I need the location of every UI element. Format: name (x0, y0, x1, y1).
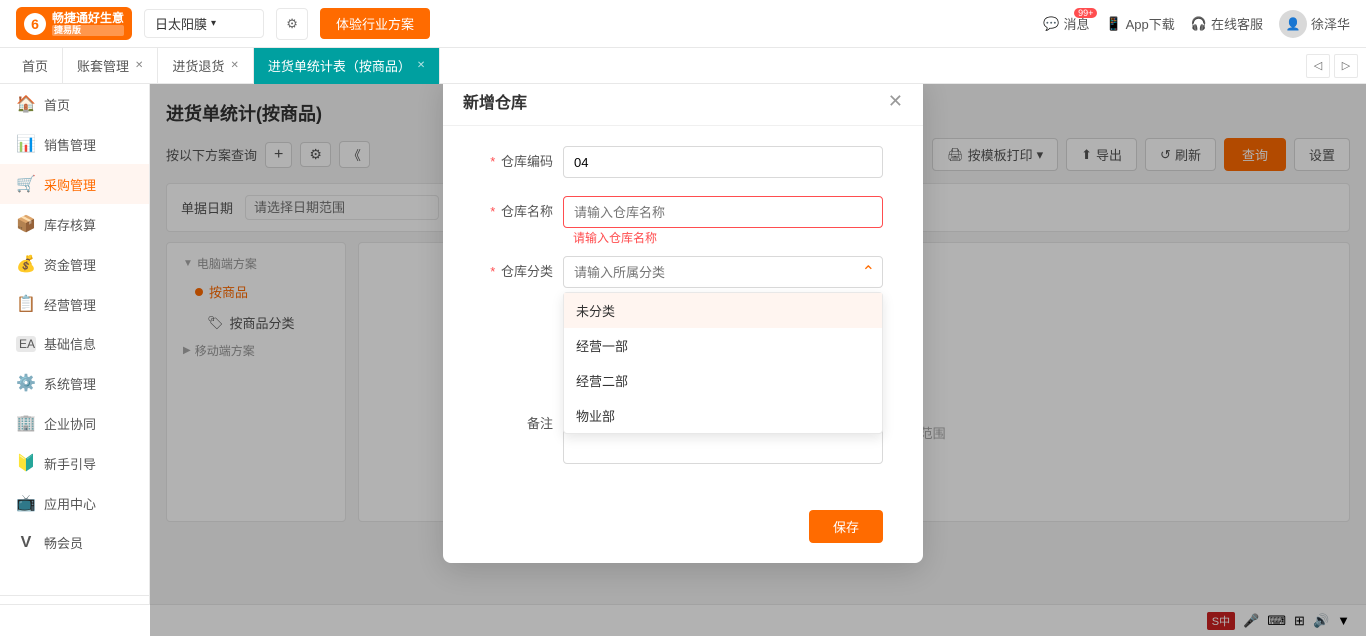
tab-account[interactable]: 账套管理 ✕ (63, 48, 158, 84)
newbie-icon: 🔰 (16, 453, 36, 473)
tab-purchase-stats[interactable]: 进货单统计表（按商品） ✕ (254, 48, 440, 84)
notes-label: 备注 (483, 408, 563, 440)
sales-icon: 📊 (16, 134, 36, 154)
message-button[interactable]: 💬 消息 99+ (1043, 14, 1089, 33)
tab-close-account[interactable]: ✕ (135, 60, 143, 71)
sidebar-item-appcenter[interactable]: 📺 应用中心 (0, 483, 149, 523)
dropdown-item-2[interactable]: 经营二部 (564, 363, 882, 398)
trial-button[interactable]: 体验行业方案 (320, 8, 430, 39)
tab-next-button[interactable]: ▷ (1334, 54, 1358, 78)
sidebar-item-finance[interactable]: 💰 资金管理 (0, 244, 149, 284)
modal-body: * 仓库编码 * 仓库名称 请输入仓库名称 (443, 126, 923, 502)
settings-button[interactable]: ⚙ (276, 8, 308, 40)
category-dropdown: 未分类 经营一部 经营二部 物业部 (563, 292, 883, 434)
purchase-stats-tab-label: 进货单统计表（按商品） (268, 56, 411, 75)
name-input[interactable] (563, 196, 883, 228)
content-area: 进货单统计(按商品) 按以下方案查询 + ⚙ 《 🖨 按模板打印 ▾ ⬆ 导出 (150, 84, 1366, 636)
chevron-down-icon: ▾ (211, 18, 216, 29)
sidebar-item-sales[interactable]: 📊 销售管理 (0, 124, 149, 164)
vip-icon: V (16, 534, 36, 552)
basic-icon: EA (16, 336, 36, 352)
modal-close-button[interactable]: ✕ (888, 91, 903, 112)
sidebar-item-system[interactable]: ⚙️ 系统管理 (0, 363, 149, 403)
home-tab-label: 首页 (22, 56, 48, 75)
header-right: 💬 消息 99+ 📱 App下载 🎧 在线客服 👤 徐泽华 (1043, 10, 1350, 38)
tab-bar: 首页 账套管理 ✕ 进货退货 ✕ 进货单统计表（按商品） ✕ ◁ ▷ (0, 48, 1366, 84)
name-label: * 仓库名称 (483, 196, 563, 228)
sidebar-item-enterprise[interactable]: 🏢 企业协同 (0, 403, 149, 443)
top-header: 6 畅捷通好生意 捷易版 日太阳膜 ▾ ⚙ 体验行业方案 💬 消息 99+ 📱 … (0, 0, 1366, 48)
modal-title: 新增仓库 (463, 89, 527, 113)
appcenter-icon: 📺 (16, 493, 36, 513)
finance-icon: 💰 (16, 254, 36, 274)
enterprise-icon: 🏢 (16, 413, 36, 433)
new-warehouse-modal: 新增仓库 ✕ * 仓库编码 * (443, 84, 923, 563)
home-icon: 🏠 (16, 94, 36, 114)
sidebar-item-purchase[interactable]: 🛒 采购管理 (0, 164, 149, 204)
phone-icon: 📱 (1105, 16, 1121, 32)
modal-overlay: 新增仓库 ✕ * 仓库编码 * (150, 84, 1366, 636)
tab-prev-button[interactable]: ◁ (1306, 54, 1330, 78)
category-field-row: * 仓库分类 ⌃ 未分类 经营一部 经营二部 物业部 (483, 256, 883, 288)
logo-icon: 6 (24, 13, 46, 35)
user-menu[interactable]: 👤 徐泽华 (1279, 10, 1350, 38)
system-icon: ⚙️ (16, 373, 36, 393)
tab-controls: ◁ ▷ (1306, 54, 1358, 78)
sidebar-item-vip[interactable]: V 畅会员 (0, 523, 149, 562)
category-input[interactable] (563, 256, 883, 288)
modal-footer: 保存 (443, 510, 923, 543)
headset-icon: 🎧 (1191, 16, 1207, 32)
message-icon: 💬 (1043, 16, 1059, 32)
logo-text: 畅捷通好生意 捷易版 (52, 11, 124, 36)
tab-purchase-return[interactable]: 进货退货 ✕ (158, 48, 253, 84)
category-select-wrapper: ⌃ 未分类 经营一部 经营二部 物业部 (563, 256, 883, 288)
app-download-button[interactable]: 📱 App下载 (1105, 14, 1174, 33)
category-label: * 仓库分类 (483, 256, 563, 288)
service-button[interactable]: 🎧 在线客服 (1191, 14, 1263, 33)
store-selector[interactable]: 日太阳膜 ▾ (144, 9, 264, 38)
tab-close-purchase-return[interactable]: ✕ (230, 60, 238, 71)
sidebar-item-newbie[interactable]: 🔰 新手引导 (0, 443, 149, 483)
sidebar-item-home[interactable]: 🏠 首页 (0, 84, 149, 124)
avatar: 👤 (1279, 10, 1307, 38)
logo: 6 畅捷通好生意 捷易版 (16, 7, 132, 40)
sidebar-item-inventory[interactable]: 📦 库存核算 (0, 204, 149, 244)
sidebar-item-operations[interactable]: 📋 经营管理 (0, 284, 149, 324)
name-field-row: * 仓库名称 请输入仓库名称 (483, 196, 883, 228)
dropdown-item-3[interactable]: 物业部 (564, 398, 882, 433)
purchase-return-tab-label: 进货退货 (172, 56, 224, 75)
main-layout: 🏠 首页 📊 销售管理 🛒 采购管理 📦 库存核算 💰 资金管理 📋 经营管理 … (0, 84, 1366, 636)
modal-header: 新增仓库 ✕ (443, 84, 923, 126)
name-error-message: 请输入仓库名称 (573, 229, 657, 246)
tab-close-purchase-stats[interactable]: ✕ (417, 60, 425, 71)
dropdown-item-1[interactable]: 经营一部 (564, 328, 882, 363)
code-input[interactable] (563, 146, 883, 178)
dropdown-item-0[interactable]: 未分类 (564, 293, 882, 328)
tab-home[interactable]: 首页 (8, 48, 63, 84)
code-label: * 仓库编码 (483, 146, 563, 178)
purchase-icon: 🛒 (16, 174, 36, 194)
inventory-icon: 📦 (16, 214, 36, 234)
code-field-row: * 仓库编码 (483, 146, 883, 178)
operations-icon: 📋 (16, 294, 36, 314)
save-button[interactable]: 保存 (809, 510, 883, 543)
sidebar: 🏠 首页 📊 销售管理 🛒 采购管理 📦 库存核算 💰 资金管理 📋 经营管理 … (0, 84, 150, 636)
account-tab-label: 账套管理 (77, 56, 129, 75)
sidebar-item-basic[interactable]: EA 基础信息 (0, 324, 149, 363)
